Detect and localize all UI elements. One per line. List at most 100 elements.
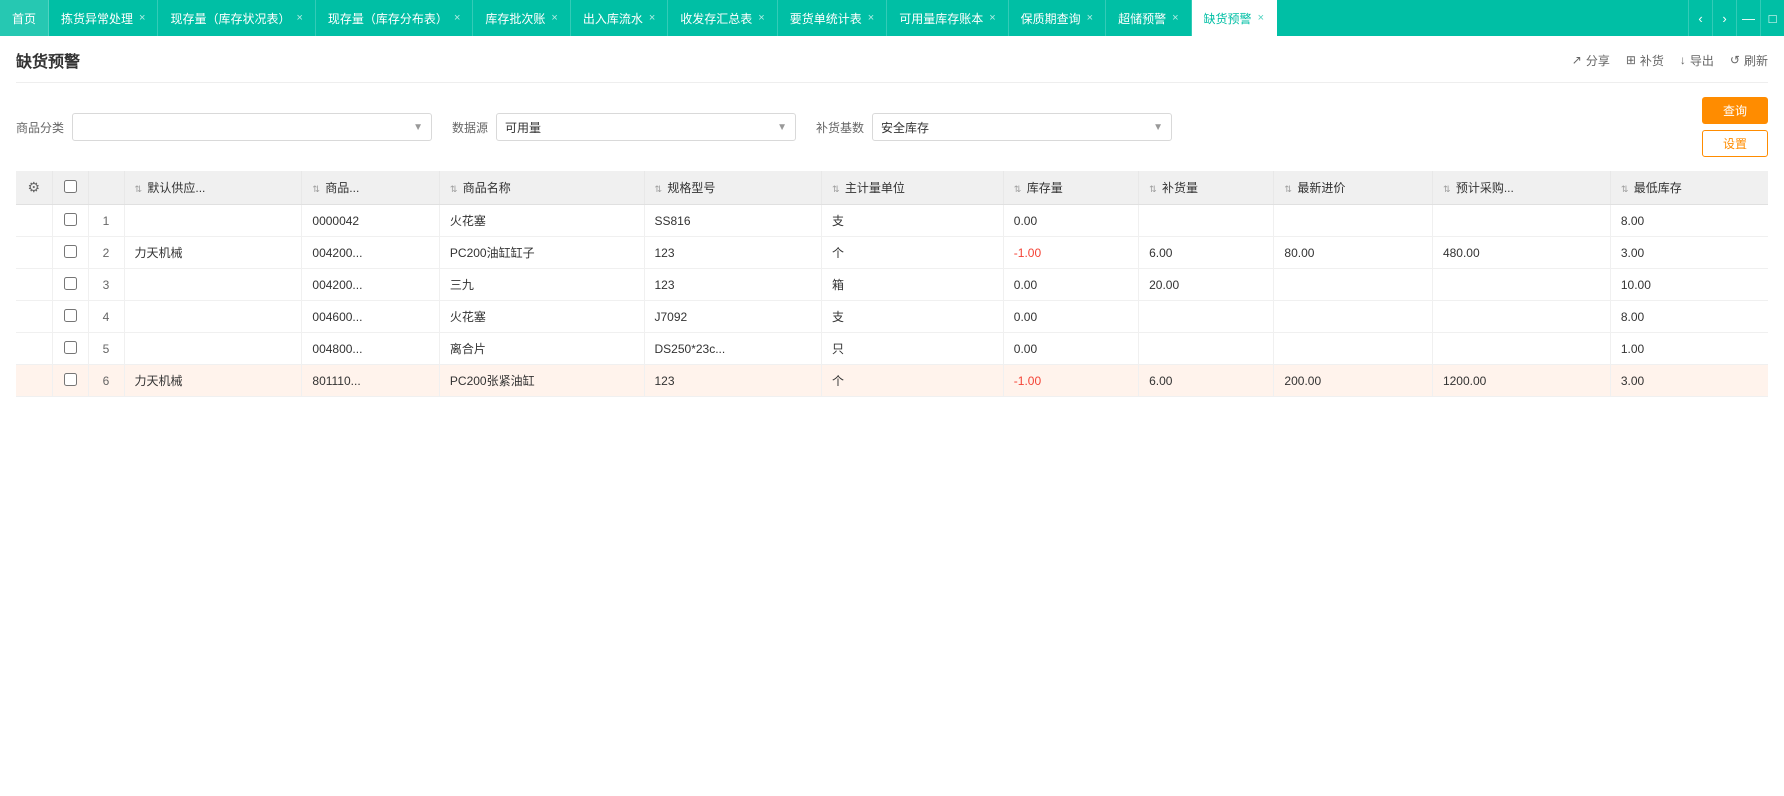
nav-maximize-btn[interactable]: □ <box>1760 0 1784 36</box>
col-spec-header[interactable]: ⇅ 规格型号 <box>644 171 822 205</box>
tab-inout-flow-label: 出入库流水 <box>583 10 643 27</box>
filter-actions: 查询 设置 <box>1702 97 1768 157</box>
row-min-stock: 10.00 <box>1610 269 1768 301</box>
row-checkbox-1[interactable] <box>64 245 77 258</box>
row-checkbox-cell[interactable] <box>52 205 88 237</box>
tab-inventory-status-close[interactable]: × <box>296 12 302 24</box>
row-unit: 支 <box>822 205 1004 237</box>
row-checkbox-cell[interactable] <box>52 301 88 333</box>
tab-order-stat-close[interactable]: × <box>868 12 874 24</box>
tab-overstock[interactable]: 超储预警 × <box>1106 0 1191 36</box>
nav-next-btn[interactable]: › <box>1712 0 1736 36</box>
share-label: 分享 <box>1586 52 1610 69</box>
row-latest-price <box>1274 333 1433 365</box>
refresh-btn[interactable]: ↺ 刷新 <box>1730 52 1768 69</box>
tab-available-ledger[interactable]: 可用量库存账本 × <box>887 0 1008 36</box>
col-replenish-header[interactable]: ⇅ 补货量 <box>1139 171 1274 205</box>
row-spec: J7092 <box>644 301 822 333</box>
tab-batch[interactable]: 库存批次账 × <box>473 0 570 36</box>
col-product-name-header[interactable]: ⇅ 商品名称 <box>439 171 644 205</box>
supplier-sort-icon: ⇅ <box>135 184 143 194</box>
row-product-code: 004200... <box>302 237 440 269</box>
export-btn[interactable]: ↓ 导出 <box>1680 52 1714 69</box>
row-checkbox-cell[interactable] <box>52 237 88 269</box>
datasource-value: 可用量 <box>505 119 541 136</box>
replenish-base-label: 补货基数 <box>816 119 864 136</box>
col-estimated-purchase-header[interactable]: ⇅ 预计采购... <box>1432 171 1610 205</box>
replenish-base-select[interactable]: 安全库存 ▼ <box>872 113 1172 141</box>
row-supplier <box>124 269 302 301</box>
table-body: 1 0000042 火花塞 SS816 支 0.00 8.00 2 力天机械 0… <box>16 205 1768 397</box>
tab-inventory-dist-close[interactable]: × <box>454 12 460 24</box>
tab-order-stat-label: 要货单统计表 <box>790 10 862 27</box>
gear-settings-icon[interactable]: ⚙ <box>27 179 40 195</box>
tab-inventory-status[interactable]: 现存量（库存状况表） × <box>158 0 315 36</box>
settings-button[interactable]: 设置 <box>1702 130 1768 157</box>
row-replenish: 6.00 <box>1139 237 1274 269</box>
row-product-name: PC200张紧油缸 <box>439 365 644 397</box>
col-latest-price-header[interactable]: ⇅ 最新进价 <box>1274 171 1433 205</box>
nav-arrows: ‹ › — □ <box>1688 0 1784 36</box>
row-stock: 0.00 <box>1003 333 1138 365</box>
row-index: 3 <box>88 269 124 301</box>
datasource-select[interactable]: 可用量 ▼ <box>496 113 796 141</box>
col-gear[interactable]: ⚙ <box>16 171 52 205</box>
row-estimated-purchase <box>1432 205 1610 237</box>
row-checkbox-cell[interactable] <box>52 269 88 301</box>
category-select[interactable]: ▼ <box>72 113 432 141</box>
row-product-code: 004200... <box>302 269 440 301</box>
tab-inout-flow-close[interactable]: × <box>649 12 655 24</box>
col-stock-header[interactable]: ⇅ 库存量 <box>1003 171 1138 205</box>
row-gear-cell <box>16 205 52 237</box>
tab-available-ledger-close[interactable]: × <box>989 12 995 24</box>
row-checkbox-0[interactable] <box>64 213 77 226</box>
nav-minimize-btn[interactable]: — <box>1736 0 1760 36</box>
tab-order-stat[interactable]: 要货单统计表 × <box>778 0 887 36</box>
tab-shortage-close[interactable]: × <box>1258 12 1264 24</box>
spec-sort-icon: ⇅ <box>655 184 663 194</box>
row-spec: 123 <box>644 237 822 269</box>
row-checkbox-5[interactable] <box>64 373 77 386</box>
tab-expiry-close[interactable]: × <box>1087 12 1093 24</box>
row-checkbox-cell[interactable] <box>52 333 88 365</box>
row-checkbox-cell[interactable] <box>52 365 88 397</box>
table-row: 5 004800... 离合片 DS250*23c... 只 0.00 1.00 <box>16 333 1768 365</box>
tab-home[interactable]: 首页 <box>0 0 49 36</box>
header-actions: ↗ 分享 ⊞ 补货 ↓ 导出 ↺ 刷新 <box>1572 52 1768 69</box>
export-label: 导出 <box>1690 52 1714 69</box>
tab-shortage[interactable]: 缺货预警 × <box>1192 0 1277 36</box>
replenish-icon: ⊞ <box>1626 53 1636 67</box>
row-checkbox-2[interactable] <box>64 277 77 290</box>
tab-exception[interactable]: 拣货异常处理 × <box>49 0 158 36</box>
replenish-btn[interactable]: ⊞ 补货 <box>1626 52 1664 69</box>
col-min-stock-header[interactable]: ⇅ 最低库存 <box>1610 171 1768 205</box>
row-checkbox-4[interactable] <box>64 341 77 354</box>
row-latest-price <box>1274 301 1433 333</box>
row-checkbox-3[interactable] <box>64 309 77 322</box>
select-all-checkbox[interactable] <box>64 180 77 193</box>
row-spec: SS816 <box>644 205 822 237</box>
tab-overstock-close[interactable]: × <box>1172 12 1178 24</box>
tab-inout-flow[interactable]: 出入库流水 × <box>571 0 668 36</box>
refresh-label: 刷新 <box>1744 52 1768 69</box>
row-latest-price <box>1274 205 1433 237</box>
tab-collect-summary-close[interactable]: × <box>758 12 764 24</box>
col-checkbox-header[interactable] <box>52 171 88 205</box>
tab-inventory-dist[interactable]: 现存量（库存分布表） × <box>316 0 473 36</box>
stock-sort-icon: ⇅ <box>1014 184 1022 194</box>
share-icon: ↗ <box>1572 53 1582 67</box>
row-supplier <box>124 301 302 333</box>
tab-batch-close[interactable]: × <box>551 12 557 24</box>
product-name-sort-icon: ⇅ <box>450 184 458 194</box>
share-btn[interactable]: ↗ 分享 <box>1572 52 1610 69</box>
nav-prev-btn[interactable]: ‹ <box>1688 0 1712 36</box>
col-supplier-header[interactable]: ⇅ 默认供应... <box>124 171 302 205</box>
col-unit-header[interactable]: ⇅ 主计量单位 <box>822 171 1004 205</box>
tab-exception-close[interactable]: × <box>139 12 145 24</box>
tab-collect-summary[interactable]: 收发存汇总表 × <box>668 0 777 36</box>
tab-expiry[interactable]: 保质期查询 × <box>1009 0 1106 36</box>
row-stock: 0.00 <box>1003 301 1138 333</box>
col-product-code-header[interactable]: ⇅ 商品... <box>302 171 440 205</box>
query-button[interactable]: 查询 <box>1702 97 1768 124</box>
row-supplier <box>124 333 302 365</box>
